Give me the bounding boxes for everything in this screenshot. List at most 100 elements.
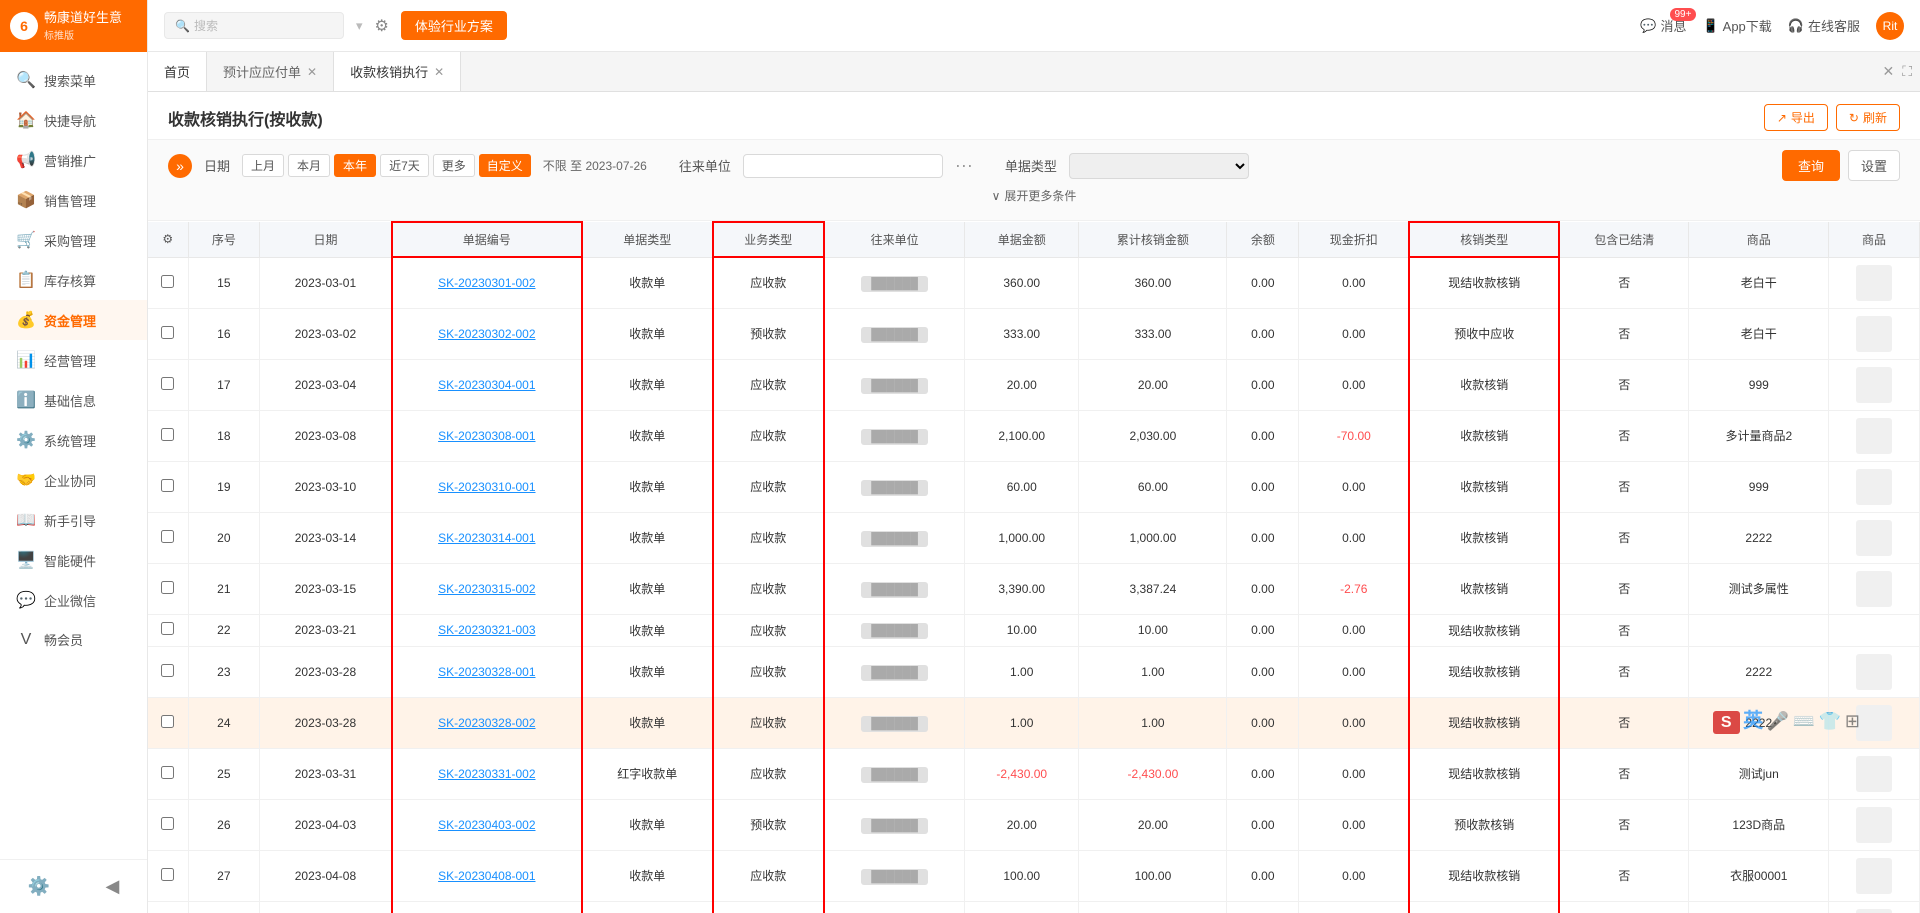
voucher-link[interactable]: SK-20230301-002 — [438, 276, 535, 290]
tab-expand-icon[interactable]: ⛶ — [1902, 63, 1912, 80]
table-row[interactable]: 28 2023-04-18 SK-20230418-001 收款单 应收款 ██… — [148, 901, 1920, 913]
cell-voucher-no[interactable]: SK-20230331-002 — [392, 748, 582, 799]
cell-check[interactable] — [148, 461, 188, 512]
sidebar-item-inventory[interactable]: 📋 库存核算 — [0, 260, 147, 300]
date-btn-last-month[interactable]: 上月 — [242, 154, 284, 177]
sidebar-item-quick-nav[interactable]: 🏠 快捷导航 — [0, 100, 147, 140]
tab-receipt-close[interactable]: ✕ — [434, 65, 444, 79]
cell-check[interactable] — [148, 308, 188, 359]
export-button[interactable]: ↗ 导出 — [1764, 104, 1828, 131]
partner-input[interactable] — [743, 154, 943, 178]
row-checkbox[interactable] — [161, 275, 174, 288]
voucher-link[interactable]: SK-20230310-001 — [438, 480, 535, 494]
row-checkbox[interactable] — [161, 766, 174, 779]
table-row[interactable]: 18 2023-03-08 SK-20230308-001 收款单 应收款 ██… — [148, 410, 1920, 461]
voucher-link[interactable]: SK-20230304-001 — [438, 378, 535, 392]
cell-check[interactable] — [148, 614, 188, 646]
search-dropdown-icon[interactable]: ▾ — [356, 18, 363, 34]
cell-check[interactable] — [148, 799, 188, 850]
cell-voucher-no[interactable]: SK-20230304-001 — [392, 359, 582, 410]
tab-home[interactable]: 首页 — [148, 52, 207, 91]
user-avatar[interactable]: Rit — [1876, 12, 1904, 40]
cell-check[interactable] — [148, 257, 188, 308]
cell-voucher-no[interactable]: SK-20230301-002 — [392, 257, 582, 308]
message-item[interactable]: 💬 消息 99+ — [1640, 16, 1686, 35]
tab-prepay-close[interactable]: ✕ — [307, 65, 317, 79]
voucher-link[interactable]: SK-20230308-001 — [438, 429, 535, 443]
voucher-link[interactable]: SK-20230408-001 — [438, 869, 535, 883]
filter-dots[interactable]: ··· — [955, 155, 973, 176]
voucher-link[interactable]: SK-20230328-001 — [438, 665, 535, 679]
cell-voucher-no[interactable]: SK-20230418-001 — [392, 901, 582, 913]
cell-check[interactable] — [148, 901, 188, 913]
cell-check[interactable] — [148, 512, 188, 563]
sidebar-item-purchase[interactable]: 🛒 采购管理 — [0, 220, 147, 260]
table-row[interactable]: 16 2023-03-02 SK-20230302-002 收款单 预收款 ██… — [148, 308, 1920, 359]
date-btn-more[interactable]: 更多 — [433, 154, 475, 177]
row-checkbox[interactable] — [161, 622, 174, 635]
sidebar-item-enterprise[interactable]: 🤝 企业协同 — [0, 460, 147, 500]
app-download-item[interactable]: 📱 App下载 — [1702, 16, 1771, 35]
refresh-button[interactable]: ↻ 刷新 — [1836, 104, 1900, 131]
filter-expand-button[interactable]: » — [168, 154, 192, 178]
settings-icon[interactable]: ⚙️ — [28, 876, 50, 897]
date-btn-this-month[interactable]: 本月 — [288, 154, 330, 177]
table-row[interactable]: 23 2023-03-28 SK-20230328-001 收款单 应收款 ██… — [148, 646, 1920, 697]
cell-voucher-no[interactable]: SK-20230403-002 — [392, 799, 582, 850]
cell-voucher-no[interactable]: SK-20230314-001 — [392, 512, 582, 563]
cell-check[interactable] — [148, 410, 188, 461]
settings-button[interactable]: 设置 — [1848, 150, 1900, 181]
cell-voucher-no[interactable]: SK-20230315-002 — [392, 563, 582, 614]
gear-col-icon[interactable]: ⚙ — [162, 232, 173, 246]
date-btn-this-year[interactable]: 本年 — [334, 154, 376, 177]
query-button[interactable]: 查询 — [1782, 150, 1840, 181]
tab-receipt[interactable]: 收款核销执行 ✕ — [334, 52, 461, 91]
row-checkbox[interactable] — [161, 664, 174, 677]
table-row[interactable]: 27 2023-04-08 SK-20230408-001 收款单 应收款 ██… — [148, 850, 1920, 901]
sidebar-item-wechat[interactable]: 💬 企业微信 — [0, 580, 147, 620]
voucher-link[interactable]: SK-20230321-003 — [438, 623, 535, 637]
cell-voucher-no[interactable]: SK-20230310-001 — [392, 461, 582, 512]
sidebar-item-system[interactable]: ⚙️ 系统管理 — [0, 420, 147, 460]
date-btn-7days[interactable]: 近7天 — [380, 154, 429, 177]
row-checkbox[interactable] — [161, 581, 174, 594]
row-checkbox[interactable] — [161, 817, 174, 830]
voucher-link[interactable]: SK-20230302-002 — [438, 327, 535, 341]
table-row[interactable]: 21 2023-03-15 SK-20230315-002 收款单 应收款 ██… — [148, 563, 1920, 614]
table-row[interactable]: 26 2023-04-03 SK-20230403-002 收款单 预收款 ██… — [148, 799, 1920, 850]
row-checkbox[interactable] — [161, 530, 174, 543]
cell-voucher-no[interactable]: SK-20230328-002 — [392, 697, 582, 748]
row-checkbox[interactable] — [161, 377, 174, 390]
row-checkbox[interactable] — [161, 428, 174, 441]
service-item[interactable]: 🎧 在线客服 — [1788, 16, 1860, 35]
sidebar-item-operation[interactable]: 📊 经营管理 — [0, 340, 147, 380]
cell-check[interactable] — [148, 850, 188, 901]
cell-voucher-no[interactable]: SK-20230328-001 — [392, 646, 582, 697]
cell-check[interactable] — [148, 646, 188, 697]
tab-prepay[interactable]: 预计应应付单 ✕ — [207, 52, 334, 91]
tab-close-all-icon[interactable]: ✕ — [1882, 63, 1894, 80]
gear-settings-icon[interactable]: ⚙ — [375, 16, 389, 36]
table-row[interactable]: 22 2023-03-21 SK-20230321-003 收款单 应收款 ██… — [148, 614, 1920, 646]
sidebar-item-vip[interactable]: V 畅会员 — [0, 620, 147, 659]
sidebar-item-finance[interactable]: 💰 资金管理 — [0, 300, 147, 340]
table-row[interactable]: 24 2023-03-28 SK-20230328-002 收款单 应收款 ██… — [148, 697, 1920, 748]
table-row[interactable]: 20 2023-03-14 SK-20230314-001 收款单 应收款 ██… — [148, 512, 1920, 563]
cell-voucher-no[interactable]: SK-20230321-003 — [392, 614, 582, 646]
row-checkbox[interactable] — [161, 479, 174, 492]
cell-voucher-no[interactable]: SK-20230408-001 — [392, 850, 582, 901]
cell-check[interactable] — [148, 748, 188, 799]
voucher-type-select[interactable]: 收款单 红字收款单 — [1069, 153, 1249, 179]
sidebar-item-sales[interactable]: 📦 销售管理 — [0, 180, 147, 220]
topbar-search[interactable]: 🔍 搜索 — [164, 12, 344, 39]
voucher-link[interactable]: SK-20230328-002 — [438, 716, 535, 730]
voucher-link[interactable]: SK-20230314-001 — [438, 531, 535, 545]
sidebar-item-guide[interactable]: 📖 新手引导 — [0, 500, 147, 540]
sidebar-item-search-menu[interactable]: 🔍 搜索菜单 — [0, 60, 147, 100]
cell-voucher-no[interactable]: SK-20230308-001 — [392, 410, 582, 461]
custom-date-button[interactable]: 自定义 — [479, 154, 531, 177]
table-row[interactable]: 19 2023-03-10 SK-20230310-001 收款单 应收款 ██… — [148, 461, 1920, 512]
row-checkbox[interactable] — [161, 715, 174, 728]
sidebar-item-basic[interactable]: ℹ️ 基础信息 — [0, 380, 147, 420]
row-checkbox[interactable] — [161, 326, 174, 339]
